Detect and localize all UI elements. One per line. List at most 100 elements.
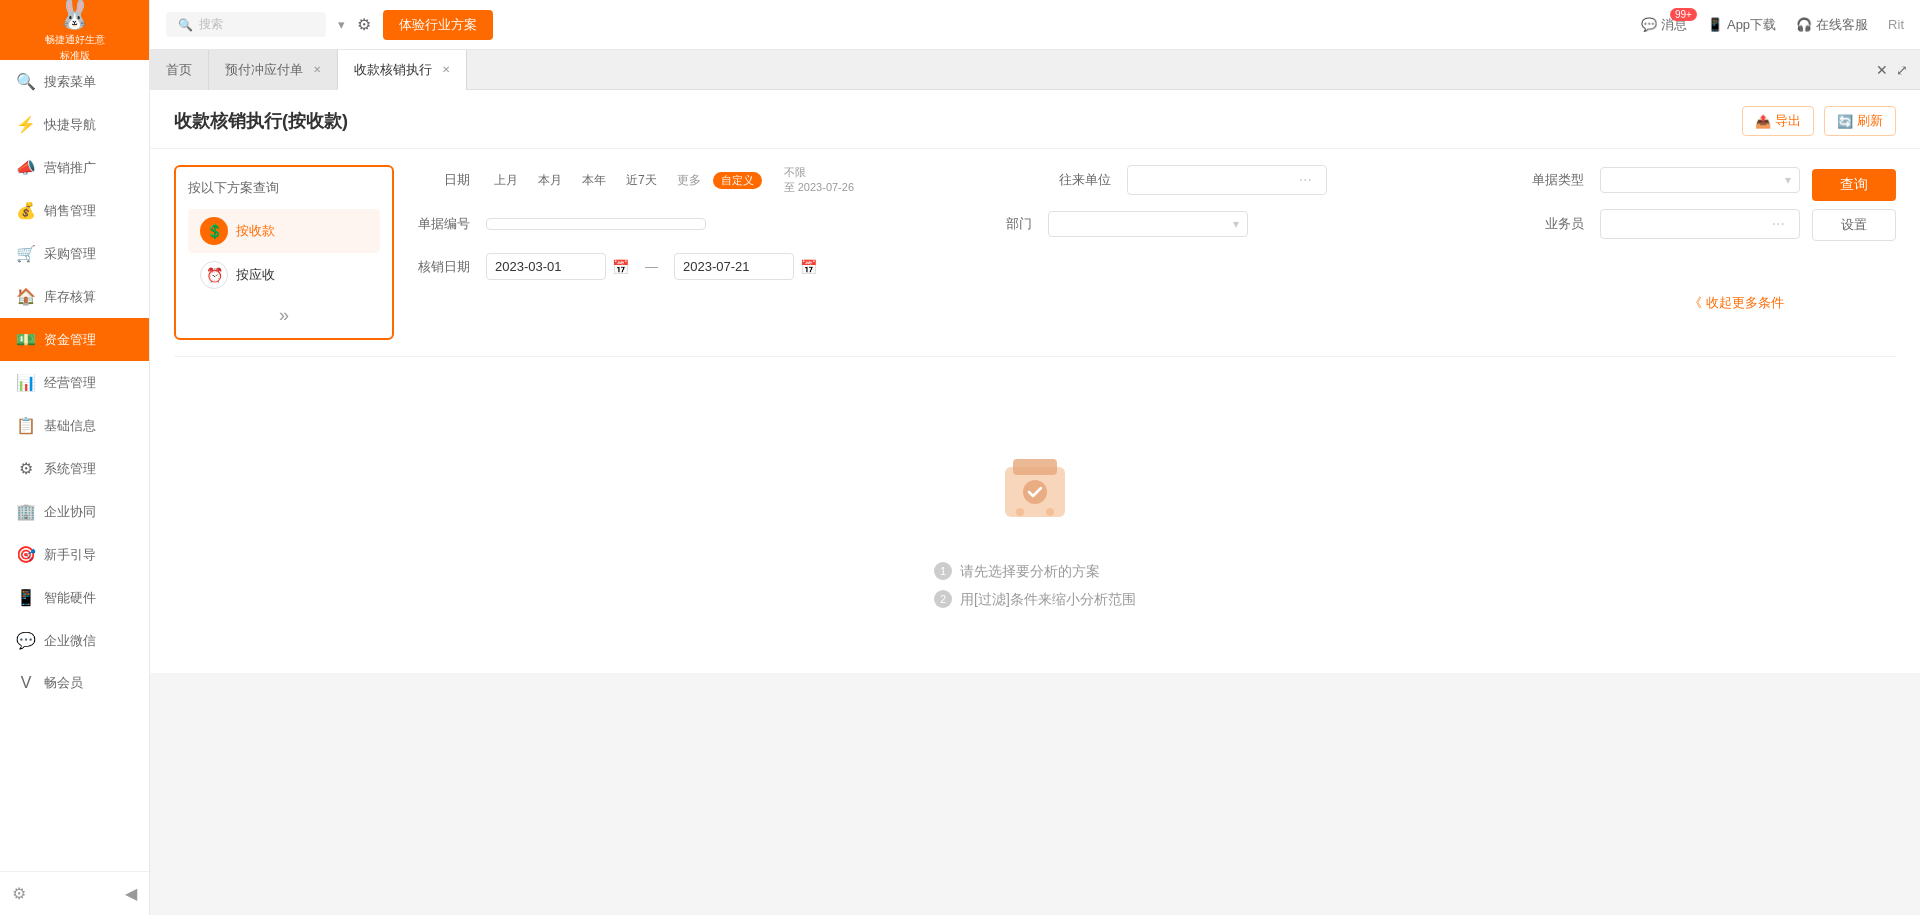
date-btn-this-year[interactable]: 本年 bbox=[574, 170, 614, 191]
user-label[interactable]: Rit bbox=[1888, 17, 1904, 32]
filter-row-1: 日期 上月 本月 本年 近7天 更多 自定义 不限 至 bbox=[410, 165, 1800, 195]
export-icon: 📤 bbox=[1755, 114, 1771, 129]
sidebar-item-vip[interactable]: V 畅会员 bbox=[0, 662, 149, 704]
sidebar-quick-nav-label: 快捷导航 bbox=[44, 116, 96, 134]
logo-icon: 🐰 bbox=[57, 0, 92, 31]
partner-input[interactable]: ··· bbox=[1127, 165, 1327, 195]
export-button[interactable]: 📤 导出 bbox=[1742, 106, 1814, 136]
right-buttons: 查询 设置 bbox=[1812, 165, 1896, 340]
collapse-more-row: 《 收起更多条件 bbox=[410, 294, 1800, 312]
svg-point-2 bbox=[1023, 480, 1047, 504]
date-to-label: 至 2023-07-26 bbox=[784, 180, 854, 195]
staff-more-icon[interactable]: ··· bbox=[1766, 215, 1791, 233]
sidebar-quick-nav-icon: ⚡ bbox=[16, 115, 36, 134]
sidebar-item-smart-hw[interactable]: 📱 智能硬件 bbox=[0, 576, 149, 619]
dept-select[interactable]: ▾ bbox=[1048, 211, 1248, 237]
staff-input[interactable]: ··· bbox=[1600, 209, 1800, 239]
sidebar-search-label: 搜索菜单 bbox=[44, 73, 96, 91]
refresh-button[interactable]: 🔄 刷新 bbox=[1824, 106, 1896, 136]
partner-more-icon[interactable]: ··· bbox=[1293, 171, 1318, 189]
tab-home[interactable]: 首页 bbox=[150, 50, 209, 90]
empty-state: 1 请先选择要分析的方案 2 用[过滤]条件来缩小分析范围 bbox=[150, 357, 1920, 673]
sidebar-system-icon: ⚙ bbox=[16, 459, 36, 478]
sidebar-sales-icon: 💰 bbox=[16, 201, 36, 220]
sidebar-item-marketing[interactable]: 📣 营销推广 bbox=[0, 146, 149, 189]
filter-sidebar-collapse-btn[interactable]: » bbox=[188, 305, 380, 326]
query-button[interactable]: 查询 bbox=[1812, 169, 1896, 201]
sidebar-item-search[interactable]: 🔍 搜索菜单 bbox=[0, 60, 149, 103]
collapse-more-button[interactable]: 《 收起更多条件 bbox=[1689, 294, 1784, 312]
sidebar-item-purchase[interactable]: 🛒 采购管理 bbox=[0, 232, 149, 275]
writeoff-date-end-input[interactable] bbox=[674, 253, 794, 280]
tab-controls: ✕ ⤢ bbox=[1864, 62, 1920, 78]
industry-solution-button[interactable]: 体验行业方案 bbox=[383, 10, 493, 40]
step-2-text: 用[过滤]条件来缩小分析范围 bbox=[960, 585, 1136, 613]
doc-type-select[interactable]: ▾ bbox=[1600, 167, 1800, 193]
sidebar-inventory-icon: 🏠 bbox=[16, 287, 36, 306]
sidebar-item-wechat[interactable]: 💬 企业微信 bbox=[0, 619, 149, 662]
filter-sidebar: 按以下方案查询 💲 按收款 ⏰ 按应收 » bbox=[174, 165, 394, 340]
sidebar-item-newbie[interactable]: 🎯 新手引导 bbox=[0, 533, 149, 576]
date-btn-7days[interactable]: 近7天 bbox=[618, 170, 665, 191]
sidebar-purchase-icon: 🛒 bbox=[16, 244, 36, 263]
settings-button[interactable]: 设置 bbox=[1812, 209, 1896, 241]
sidebar-marketing-icon: 📣 bbox=[16, 158, 36, 177]
date-btn-this-month[interactable]: 本月 bbox=[530, 170, 570, 191]
sidebar-operations-icon: 📊 bbox=[16, 373, 36, 392]
sidebar-item-enterprise[interactable]: 🏢 企业协同 bbox=[0, 490, 149, 533]
staff-label: 业务员 bbox=[1534, 215, 1584, 233]
writeoff-date-start-input[interactable] bbox=[486, 253, 606, 280]
empty-step-1: 1 请先选择要分析的方案 bbox=[934, 557, 1136, 585]
empty-step-2: 2 用[过滤]条件来缩小分析范围 bbox=[934, 585, 1136, 613]
step-1-text: 请先选择要分析的方案 bbox=[960, 557, 1100, 585]
date-btn-more[interactable]: 更多 bbox=[669, 170, 709, 191]
filter-form: 日期 上月 本月 本年 近7天 更多 自定义 不限 至 bbox=[410, 165, 1800, 340]
message-action[interactable]: 💬 消息 99+ bbox=[1641, 16, 1687, 34]
tab-collect[interactable]: 收款核销执行 ✕ bbox=[338, 50, 467, 90]
header-gear-icon[interactable]: ⚙ bbox=[357, 15, 371, 34]
date-no-limit-label: 不限 bbox=[784, 165, 854, 180]
sidebar-item-finance[interactable]: 💵 资金管理 bbox=[0, 318, 149, 361]
sidebar-collapse-icon[interactable]: ◀ bbox=[125, 884, 137, 903]
sidebar-bottom: ⚙ ◀ bbox=[0, 871, 149, 915]
sidebar-purchase-label: 采购管理 bbox=[44, 245, 96, 263]
app-download-action[interactable]: 📱 App下载 bbox=[1707, 16, 1776, 34]
sidebar-settings-icon[interactable]: ⚙ bbox=[12, 884, 26, 903]
filter-row-3: 核销日期 📅 — 📅 bbox=[410, 253, 1800, 280]
sidebar-marketing-label: 营销推广 bbox=[44, 159, 96, 177]
sidebar-item-inventory[interactable]: 🏠 库存核算 bbox=[0, 275, 149, 318]
sidebar-item-sales[interactable]: 💰 销售管理 bbox=[0, 189, 149, 232]
doc-no-input[interactable] bbox=[486, 218, 706, 230]
sidebar-item-operations[interactable]: 📊 经营管理 bbox=[0, 361, 149, 404]
filter-option-by-receivable[interactable]: ⏰ 按应收 bbox=[188, 253, 380, 297]
tab-prepay[interactable]: 预付冲应付单 ✕ bbox=[209, 50, 338, 90]
sidebar-item-basics[interactable]: 📋 基础信息 bbox=[0, 404, 149, 447]
filter-receipt-icon: 💲 bbox=[200, 217, 228, 245]
date-btn-last-month[interactable]: 上月 bbox=[486, 170, 526, 191]
svg-point-4 bbox=[1046, 508, 1054, 516]
filter-area: 按以下方案查询 💲 按收款 ⏰ 按应收 » bbox=[150, 149, 1920, 356]
sidebar-item-system[interactable]: ⚙ 系统管理 bbox=[0, 447, 149, 490]
sidebar-vip-icon: V bbox=[16, 674, 36, 692]
logo-title: 畅捷通好生意 bbox=[45, 33, 105, 47]
online-service-action[interactable]: 🎧 在线客服 bbox=[1796, 16, 1868, 34]
filter-receivable-icon: ⏰ bbox=[200, 261, 228, 289]
message-badge: 99+ bbox=[1670, 8, 1697, 21]
page-title: 收款核销执行(按收款) bbox=[174, 109, 348, 133]
tab-expand-icon[interactable]: ⤢ bbox=[1896, 62, 1908, 78]
header-dropdown-icon[interactable]: ▾ bbox=[338, 17, 345, 32]
sidebar-item-quick-nav[interactable]: ⚡ 快捷导航 bbox=[0, 103, 149, 146]
empty-illustration bbox=[985, 437, 1085, 537]
writeoff-date-end-cal-icon[interactable]: 📅 bbox=[800, 259, 817, 275]
refresh-icon: 🔄 bbox=[1837, 114, 1853, 129]
header-search-box[interactable]: 🔍 搜索 bbox=[166, 12, 326, 37]
sidebar-search-icon: 🔍 bbox=[16, 72, 36, 91]
filter-option-by-receipt[interactable]: 💲 按收款 bbox=[188, 209, 380, 253]
sidebar-enterprise-label: 企业协同 bbox=[44, 503, 96, 521]
service-icon: 🎧 bbox=[1796, 17, 1812, 32]
tab-prepay-close-icon[interactable]: ✕ bbox=[313, 64, 321, 75]
sidebar-smart-hw-icon: 📱 bbox=[16, 588, 36, 607]
tab-close-window-icon[interactable]: ✕ bbox=[1876, 62, 1888, 78]
tab-collect-close-icon[interactable]: ✕ bbox=[442, 64, 450, 75]
writeoff-date-start-cal-icon[interactable]: 📅 bbox=[612, 259, 629, 275]
